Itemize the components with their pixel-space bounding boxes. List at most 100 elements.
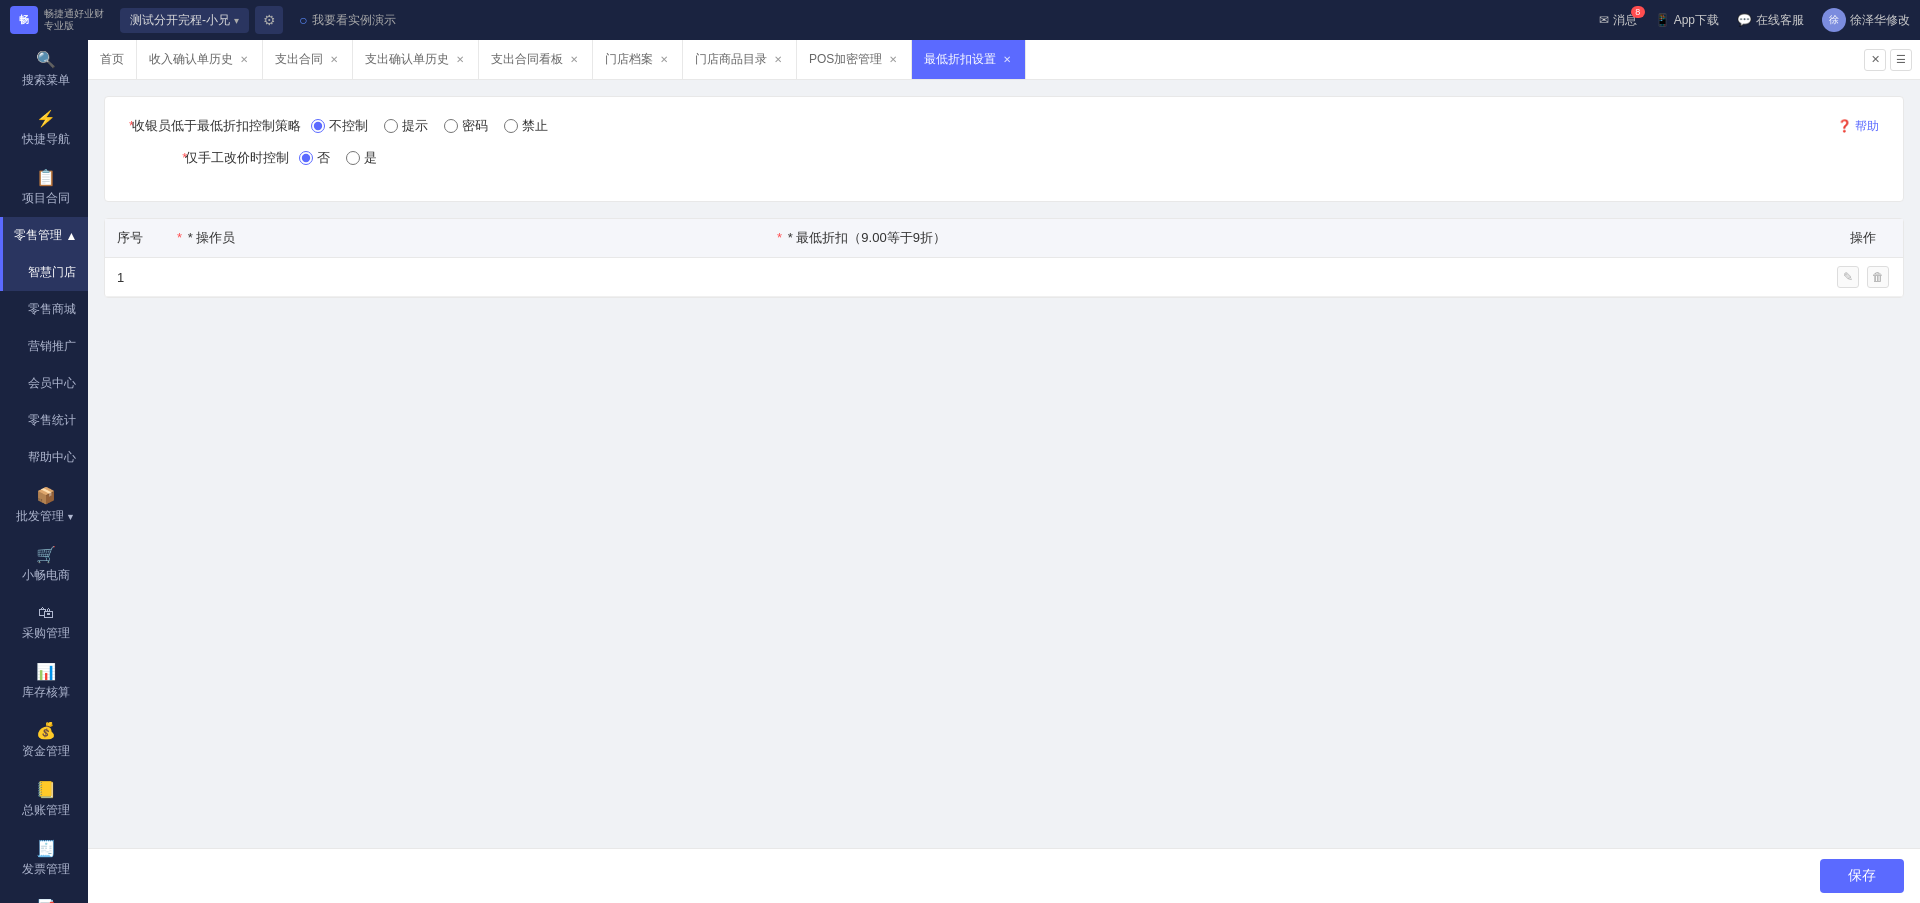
tab-store-products-close[interactable]: ✕ — [772, 53, 784, 66]
page-footer: 保存 — [88, 848, 1920, 903]
col-header-discount: * * 最低折扣（9.00等于9折） — [765, 219, 1823, 258]
radio-forbid[interactable]: 禁止 — [504, 117, 548, 135]
tab-payment-board-close[interactable]: ✕ — [568, 53, 580, 66]
cell-discount — [765, 258, 1823, 297]
tab-pos-password[interactable]: POS加密管理 ✕ — [797, 40, 912, 79]
tab-payment-contract-close[interactable]: ✕ — [328, 53, 340, 66]
tab-bar-controls: ✕ ☰ — [1856, 49, 1920, 71]
tax-icon: 📑 — [36, 898, 56, 903]
user-info[interactable]: 徐 徐泽华修改 — [1822, 8, 1910, 32]
save-button[interactable]: 保存 — [1820, 859, 1904, 893]
manual-price-radio-group: 否 是 — [299, 149, 377, 167]
radio-password[interactable]: 密码 — [444, 117, 488, 135]
sidebar-item-fund-mgmt[interactable]: 💰 资金管理 — [0, 711, 88, 770]
tab-pos-password-close[interactable]: ✕ — [887, 53, 899, 66]
ledger-icon: 📒 — [36, 780, 56, 799]
topbar-right: ✉ 消息 8 📱 App下载 💬 在线客服 徐 徐泽华修改 — [1599, 8, 1910, 32]
sidebar-item-retail-mgmt[interactable]: 零售管理 ▲ — [0, 217, 88, 254]
sidebar: 🔍 搜索菜单 ⚡ 快捷导航 📋 项目合同 零售管理 ▲ 智慧门店 零售商城 营销… — [0, 40, 88, 903]
tab-income-confirm[interactable]: 收入确认单历史 ✕ — [137, 40, 263, 79]
tab-store-products[interactable]: 门店商品目录 ✕ — [683, 40, 797, 79]
message-badge: 8 — [1631, 6, 1645, 18]
control-policy-label: * 收银员低于最低折扣控制策略 — [129, 117, 301, 135]
sidebar-item-shortcut[interactable]: ⚡ 快捷导航 — [0, 99, 88, 158]
logo: 畅 畅捷通好业财 专业版 — [10, 6, 104, 34]
control-policy-row: * 收银员低于最低折扣控制策略 不控制 提示 — [129, 117, 1879, 135]
online-service-button[interactable]: 💬 在线客服 — [1737, 12, 1804, 29]
cell-operator — [165, 258, 765, 297]
sidebar-item-retail-stats[interactable]: 零售统计 — [0, 402, 88, 439]
purchase-icon: 🛍 — [38, 604, 54, 622]
app-download-icon: 📱 — [1655, 13, 1670, 27]
sidebar-item-purchase-mgmt[interactable]: 🛍 采购管理 — [0, 594, 88, 652]
project-dropdown-arrow: ▾ — [234, 15, 239, 26]
radio-manual-yes[interactable]: 是 — [346, 149, 377, 167]
demo-icon: ○ — [299, 12, 307, 28]
shortcut-icon: ⚡ — [36, 109, 56, 128]
sidebar-item-help-center[interactable]: 帮助中心 — [0, 439, 88, 476]
tab-payment-confirm[interactable]: 支出确认单历史 ✕ — [353, 40, 479, 79]
demo-link[interactable]: ○ 我要看实例演示 — [299, 12, 396, 29]
sidebar-item-wholesale-mgmt[interactable]: 📦 批发管理 ▼ — [0, 476, 88, 535]
help-icon: ❓ — [1837, 119, 1852, 133]
radio-remind[interactable]: 提示 — [384, 117, 428, 135]
messages-button[interactable]: ✉ 消息 8 — [1599, 12, 1637, 29]
topbar-settings-button[interactable]: ⚙ — [255, 6, 283, 34]
content-area: 首页 收入确认单历史 ✕ 支出合同 ✕ 支出确认单历史 ✕ 支出合同看板 ✕ 门… — [88, 40, 1920, 903]
cell-seq: 1 — [105, 258, 165, 297]
sidebar-item-retail-mall[interactable]: 零售商城 — [0, 291, 88, 328]
sidebar-item-project-contract[interactable]: 📋 项目合同 — [0, 158, 88, 217]
tab-close-all-button[interactable]: ✕ — [1864, 49, 1886, 71]
tab-store-file-close[interactable]: ✕ — [658, 53, 670, 66]
manual-price-row: * 仅手工改价时控制 否 是 — [129, 149, 1879, 167]
col-header-seq: 序号 — [105, 219, 165, 258]
sidebar-item-invoice[interactable]: 🧾 发票管理 — [0, 829, 88, 888]
tab-bar: 首页 收入确认单历史 ✕ 支出合同 ✕ 支出确认单历史 ✕ 支出合同看板 ✕ 门… — [88, 40, 1920, 80]
sidebar-item-search[interactable]: 🔍 搜索菜单 — [0, 40, 88, 99]
sidebar-item-marketing[interactable]: 营销推广 — [0, 328, 88, 365]
inventory-icon: 📊 — [36, 662, 56, 681]
message-icon: ✉ — [1599, 13, 1609, 27]
col-header-action: 操作 — [1823, 219, 1903, 258]
sidebar-item-ecommerce[interactable]: 🛒 小畅电商 — [0, 535, 88, 594]
service-icon: 💬 — [1737, 13, 1752, 27]
wholesale-arrow: ▼ — [66, 512, 75, 522]
col-header-operator: * * 操作员 — [165, 219, 765, 258]
wholesale-icon: 📦 — [36, 486, 56, 505]
invoice-icon: 🧾 — [36, 839, 56, 858]
tab-payment-confirm-close[interactable]: ✕ — [454, 53, 466, 66]
manual-price-label: * 仅手工改价时控制 — [129, 149, 289, 167]
discount-table: 序号 * * 操作员 * * 最低折扣（9.00等于9折） 操作 — [105, 219, 1903, 297]
tab-income-confirm-close[interactable]: ✕ — [238, 53, 250, 66]
sidebar-item-smart-store[interactable]: 智慧门店 — [0, 254, 88, 291]
radio-manual-no[interactable]: 否 — [299, 149, 330, 167]
tab-menu-button[interactable]: ☰ — [1890, 49, 1912, 71]
control-policy-radio-group: 不控制 提示 密码 禁止 — [311, 117, 548, 135]
tab-store-file[interactable]: 门店档案 ✕ — [593, 40, 683, 79]
sidebar-item-ledger[interactable]: 📒 总账管理 — [0, 770, 88, 829]
sidebar-item-member-center[interactable]: 会员中心 — [0, 365, 88, 402]
sidebar-item-tax[interactable]: 📑 税务管理 — [0, 888, 88, 903]
main-layout: 🔍 搜索菜单 ⚡ 快捷导航 📋 项目合同 零售管理 ▲ 智慧门店 零售商城 营销… — [0, 40, 1920, 903]
table-header-row: 序号 * * 操作员 * * 最低折扣（9.00等于9折） 操作 — [105, 219, 1903, 258]
edit-row-button[interactable]: ✎ — [1837, 266, 1859, 288]
tab-payment-contract[interactable]: 支出合同 ✕ — [263, 40, 353, 79]
tab-min-discount-close[interactable]: ✕ — [1001, 53, 1013, 66]
radio-no-control[interactable]: 不控制 — [311, 117, 368, 135]
contract-icon: 📋 — [36, 168, 56, 187]
project-selector[interactable]: 测试分开完程-小兄 ▾ — [120, 8, 249, 33]
logo-text: 畅捷通好业财 专业版 — [44, 8, 104, 32]
tab-min-discount[interactable]: 最低折扣设置 ✕ — [912, 40, 1026, 79]
page-content: * 收银员低于最低折扣控制策略 不控制 提示 — [88, 80, 1920, 848]
topbar: 畅 畅捷通好业财 专业版 测试分开完程-小兄 ▾ ⚙ ○ 我要看实例演示 ✉ 消… — [0, 0, 1920, 40]
cell-action: ✎ 🗑 — [1823, 258, 1903, 297]
tab-payment-board[interactable]: 支出合同看板 ✕ — [479, 40, 593, 79]
app-download-button[interactable]: 📱 App下载 — [1655, 12, 1719, 29]
discount-table-section: 序号 * * 操作员 * * 最低折扣（9.00等于9折） 操作 — [104, 218, 1904, 298]
tab-home[interactable]: 首页 — [88, 40, 137, 79]
sidebar-item-inventory[interactable]: 📊 库存核算 — [0, 652, 88, 711]
table-row: 1 ✎ 🗑 — [105, 258, 1903, 297]
logo-icon: 畅 — [10, 6, 38, 34]
delete-row-button[interactable]: 🗑 — [1867, 266, 1889, 288]
help-button[interactable]: ❓ 帮助 — [1837, 118, 1879, 135]
